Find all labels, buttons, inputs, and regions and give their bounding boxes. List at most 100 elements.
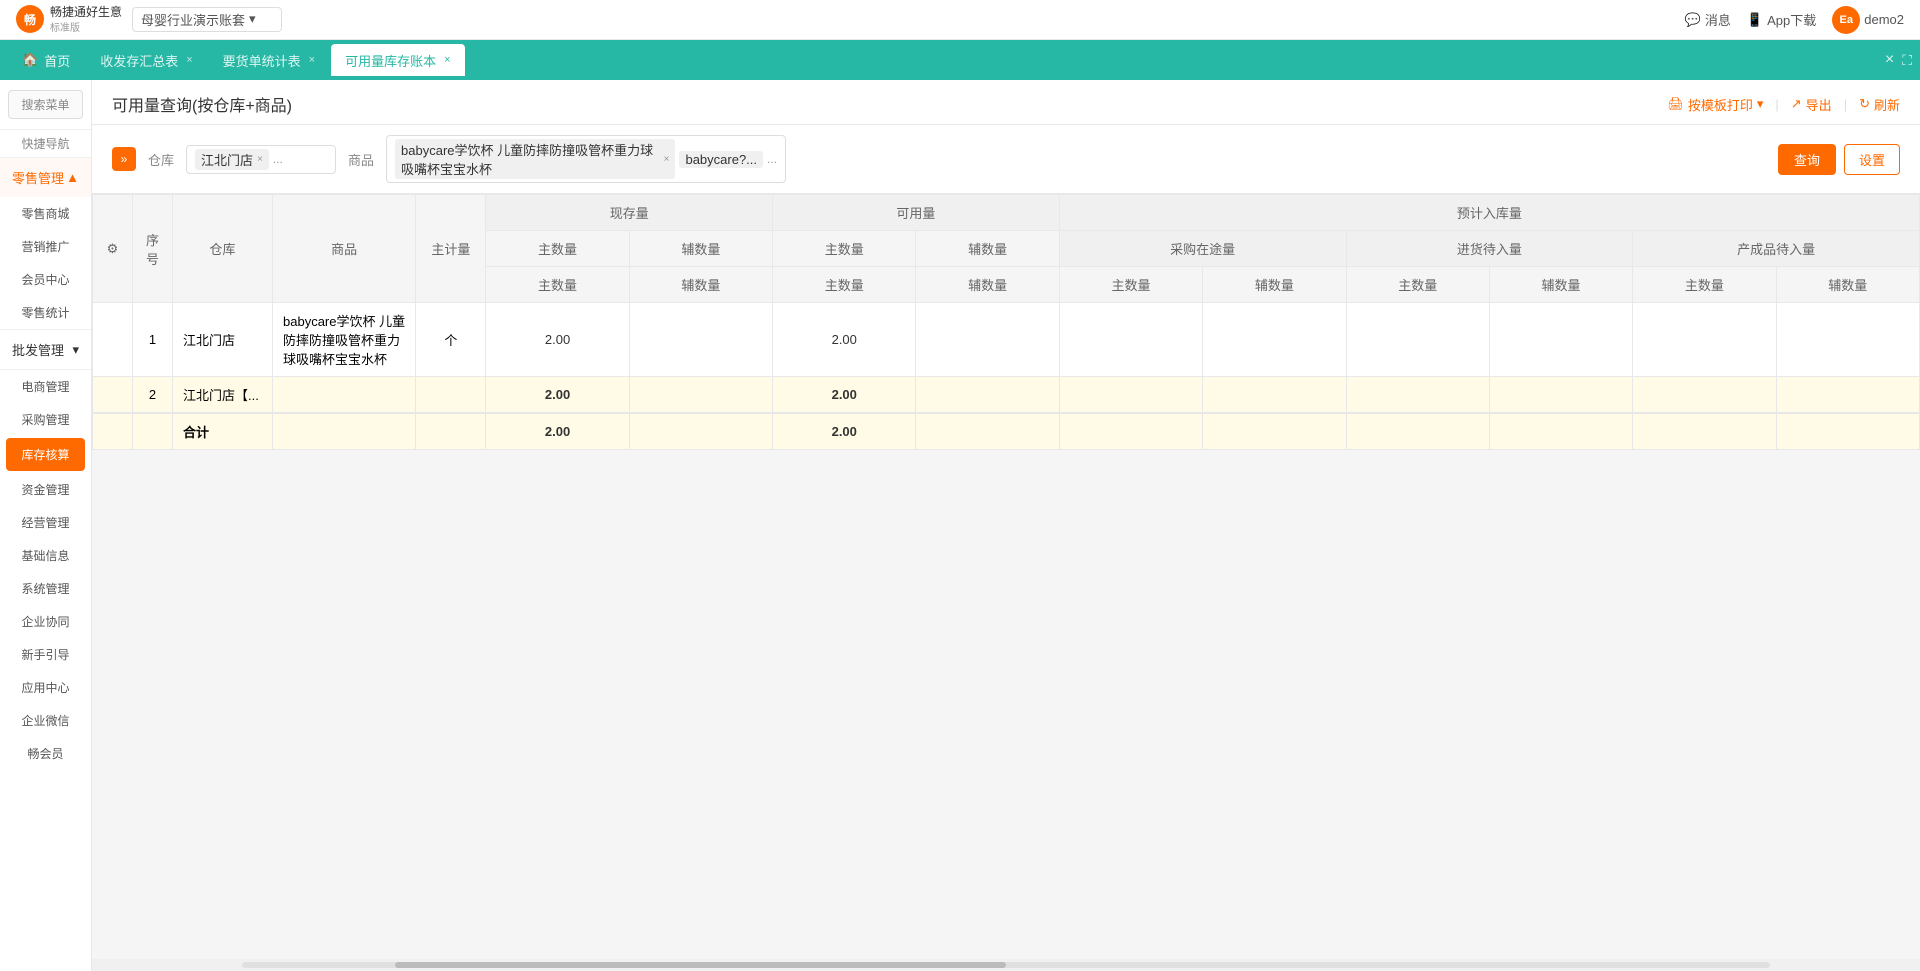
content-area: 可用量查询(按仓库+商品) 🖨 按模板打印 ▾ | ↗ 导出 | ↻ 刷新 <box>92 80 1920 971</box>
product-filter[interactable]: babycare学饮杯 儿童防摔防撞吸管杯重力球吸嘴杯宝宝水杯 × babyca… <box>386 135 786 183</box>
scroll-thumb[interactable] <box>395 962 1006 968</box>
sidebar-item-enterprise[interactable]: 企业协同 <box>0 605 91 638</box>
row1-available-main: 2.00 <box>773 303 916 377</box>
tenant-select[interactable]: 母婴行业演示账套 ▾ <box>132 7 282 32</box>
filter-more-dots[interactable]: ... <box>273 152 283 166</box>
sidebar-item-member[interactable]: 畅会员 <box>0 737 91 770</box>
sidebar-item-retail-stats[interactable]: 零售统计 <box>0 296 91 329</box>
nav-tabs-right: × ⛶ <box>1885 51 1912 69</box>
nav-tabs: 🏠 首页 收发存汇总表 × 要货单统计表 × 可用量库存账本 × × ⛶ <box>0 40 1920 80</box>
sidebar-item-wechat[interactable]: 企业微信 <box>0 704 91 737</box>
sidebar-item-ecommerce[interactable]: 电商管理 <box>0 370 91 403</box>
export-button[interactable]: ↗ 导出 <box>1791 95 1832 114</box>
product-tag1: babycare学饮杯 儿童防摔防撞吸管杯重力球吸嘴杯宝宝水杯 × <box>395 139 675 179</box>
footer-product-main <box>1633 413 1776 450</box>
row2-purchase-aux <box>1203 377 1346 414</box>
tab-home[interactable]: 🏠 首页 <box>8 44 84 76</box>
message-button[interactable]: 💬 消息 <box>1685 10 1731 29</box>
row1-product-main <box>1633 303 1776 377</box>
export-icon: ↗ <box>1791 96 1802 112</box>
sidebar-item-newguide[interactable]: 新手引导 <box>0 638 91 671</box>
query-button[interactable]: 查询 <box>1778 144 1836 175</box>
product-filter-more[interactable]: ... <box>767 152 777 166</box>
sidebar-item-members[interactable]: 会员中心 <box>0 263 91 296</box>
footer-settings <box>93 413 133 450</box>
footer-current-aux <box>629 413 772 450</box>
row1-product: babycare学饮杯 儿童防摔防撞吸管杯重力球吸嘴杯宝宝水杯 <box>273 303 416 377</box>
sidebar-item-inventory[interactable]: 库存核算 <box>6 438 85 471</box>
row2-warehouse: 江北门店【... <box>173 377 273 414</box>
row2-available-main: 2.00 <box>773 377 916 414</box>
th-current-stock: 现存量 <box>486 195 773 231</box>
filter-toggle-button[interactable]: » <box>112 147 136 171</box>
mobile-icon: 📱 <box>1747 12 1763 28</box>
th-warehouse: 仓库 <box>173 195 273 303</box>
warehouse-label: 仓库 <box>148 150 174 169</box>
app-download-button[interactable]: 📱 App下载 <box>1747 10 1816 29</box>
tab-receipts-close[interactable]: × <box>186 54 192 66</box>
message-icon: 💬 <box>1685 12 1701 28</box>
row1-available-aux <box>916 303 1059 377</box>
sidebar-item-purchase[interactable]: 采购管理 <box>0 403 91 436</box>
sidebar-item-retail-mall[interactable]: 零售商城 <box>0 197 91 230</box>
row2-product-aux <box>1776 377 1919 414</box>
row1-product-aux <box>1776 303 1919 377</box>
tab-receipts[interactable]: 收发存汇总表 × <box>86 44 206 76</box>
page-actions: 🖨 按模板打印 ▾ | ↗ 导出 | ↻ 刷新 <box>1667 95 1900 114</box>
th-inbound-aux: 辅数量 <box>1489 267 1632 303</box>
warehouse-tag: 江北门店 × <box>195 149 269 170</box>
refresh-button[interactable]: ↻ 刷新 <box>1859 95 1900 114</box>
row2-seq: 2 <box>133 377 173 414</box>
th-purchase-main: 主数量 <box>1059 267 1202 303</box>
print-button[interactable]: 🖨 按模板打印 ▾ <box>1667 95 1763 114</box>
sidebar-item-finance[interactable]: 资金管理 <box>0 473 91 506</box>
warehouse-filter[interactable]: 江北门店 × ... <box>186 145 336 174</box>
top-bar-right: 💬 消息 📱 App下载 Ea demo2 <box>1685 6 1904 34</box>
product-tag1-remove[interactable]: × <box>664 154 670 165</box>
tab-orders-close[interactable]: × <box>309 54 315 66</box>
sidebar-group-wholesale: 批发管理 ▾ <box>0 330 91 370</box>
chevron-down-icon: ▾ <box>72 342 79 358</box>
divider1: | <box>1775 97 1778 112</box>
sidebar-item-system[interactable]: 系统管理 <box>0 572 91 605</box>
sidebar-group-wholesale-title[interactable]: 批发管理 ▾ <box>0 330 91 369</box>
row1-purchase-main <box>1059 303 1202 377</box>
scroll-track[interactable] <box>242 962 1770 968</box>
main-layout: 搜索菜单 快捷导航 零售管理 ▲ 零售商城 营销推广 会员中心 零售统计 批发管… <box>0 80 1920 971</box>
bottom-scroll-bar[interactable] <box>92 959 1920 971</box>
sidebar-group-retail-title[interactable]: 零售管理 ▲ <box>0 158 91 197</box>
product-tag2-value: babycare?... <box>685 152 757 167</box>
sidebar-item-marketing[interactable]: 营销推广 <box>0 230 91 263</box>
warehouse-tag-value: 江北门店 <box>201 150 253 169</box>
th-seq: 序号 <box>133 195 173 303</box>
sidebar-search-area: 搜索菜单 <box>0 80 91 130</box>
footer-row: 合计 2.00 2.00 <box>93 413 1920 450</box>
th-available-main: 主数量 <box>773 231 916 267</box>
tab-inventory-close[interactable]: × <box>444 54 450 66</box>
sidebar-item-operations[interactable]: 经营管理 <box>0 506 91 539</box>
row1-inbound-aux <box>1489 303 1632 377</box>
search-menu-button[interactable]: 搜索菜单 <box>8 90 83 119</box>
row1-current-aux <box>629 303 772 377</box>
th-product: 商品 <box>273 195 416 303</box>
sidebar-item-appcenter[interactable]: 应用中心 <box>0 671 91 704</box>
footer-unit <box>416 413 486 450</box>
tab-orders[interactable]: 要货单统计表 × <box>209 44 329 76</box>
chevron-up-icon: ▲ <box>66 170 79 185</box>
th-settings[interactable]: ⚙ <box>93 195 133 303</box>
setting-button[interactable]: 设置 <box>1844 144 1900 175</box>
user-info[interactable]: Ea demo2 <box>1832 6 1904 34</box>
quick-nav-button[interactable]: 快捷导航 <box>0 130 91 158</box>
expand-button[interactable]: ⛶ <box>1902 52 1912 69</box>
footer-inbound-main <box>1346 413 1489 450</box>
close-all-tabs-button[interactable]: × <box>1885 51 1894 69</box>
tab-receipts-label: 收发存汇总表 <box>100 51 178 70</box>
tab-inventory[interactable]: 可用量库存账本 × <box>331 44 464 76</box>
filter-actions: 查询 设置 <box>1778 144 1900 175</box>
avatar: Ea <box>1832 6 1860 34</box>
print-label: 按模板打印 <box>1688 95 1753 114</box>
th-avail-aux2: 辅数量 <box>916 267 1059 303</box>
sidebar-item-basic[interactable]: 基础信息 <box>0 539 91 572</box>
row2-purchase-main <box>1059 377 1202 414</box>
warehouse-tag-remove[interactable]: × <box>257 154 263 165</box>
